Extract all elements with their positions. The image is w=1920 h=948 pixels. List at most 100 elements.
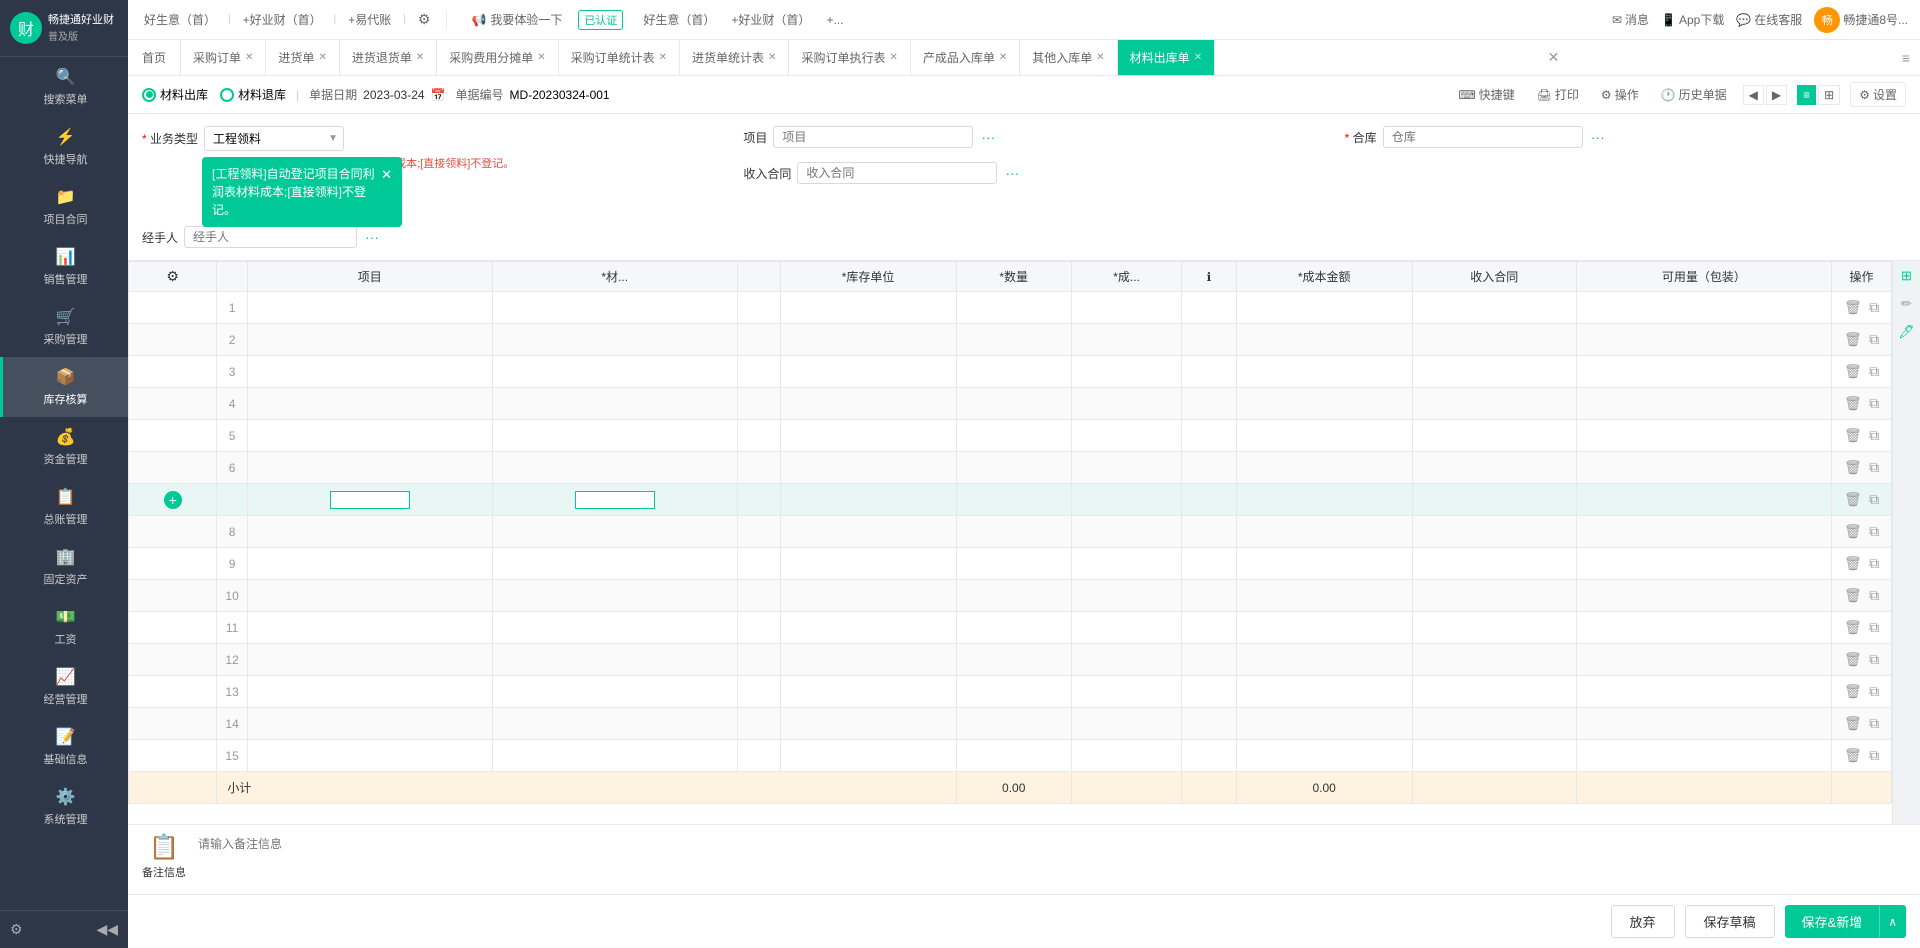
biz-type-value[interactable]: 工程领料 — [204, 126, 344, 151]
cell-material-3[interactable] — [492, 356, 737, 388]
cell-spec-5[interactable] — [737, 420, 780, 452]
copy-row-1[interactable]: ⧉ — [1869, 299, 1879, 315]
cell-cost-2[interactable] — [1071, 324, 1181, 356]
sidebar-item-accounting[interactable]: 📋 总账管理 — [0, 477, 128, 537]
cell-cost-amount-1[interactable] — [1236, 292, 1412, 324]
income-contract-dots-button[interactable]: ··· — [1005, 165, 1019, 181]
th-settings[interactable]: ⚙ — [129, 262, 217, 292]
copy-row-4[interactable]: ⧉ — [1869, 395, 1879, 411]
cell-cost-amount-7[interactable] — [1236, 484, 1412, 516]
cell-cost-1[interactable] — [1071, 292, 1181, 324]
cell-quantity-2[interactable] — [956, 324, 1071, 356]
delete-row-1[interactable]: 🗑 — [1844, 299, 1862, 315]
cell-unit-8[interactable] — [780, 516, 956, 548]
cell-quantity-1[interactable] — [956, 292, 1071, 324]
warehouse-dots-button[interactable]: ··· — [1591, 129, 1605, 145]
notes-input[interactable] — [196, 833, 1906, 865]
cell-material-6[interactable] — [492, 452, 737, 484]
cell-quantity-10[interactable] — [956, 580, 1071, 612]
delete-row-5[interactable]: 🗑 — [1844, 427, 1862, 443]
tooltip-close[interactable]: ✕ — [381, 165, 392, 185]
project-input[interactable] — [773, 126, 973, 148]
cell-spec-9[interactable] — [737, 548, 780, 580]
cell-unit-4[interactable] — [780, 388, 956, 420]
cell-cost-8[interactable] — [1071, 516, 1181, 548]
cell-material-8[interactable] — [492, 516, 737, 548]
cell-spec-8[interactable] — [737, 516, 780, 548]
cell-project-7-input[interactable] — [330, 491, 410, 509]
message-button[interactable]: ✉ 消息 — [1612, 11, 1649, 28]
tab-purchase-stat[interactable]: 采购订单统计表 ✕ — [559, 40, 680, 76]
sidebar-item-quicknav[interactable]: ⚡ 快捷导航 — [0, 117, 128, 177]
th-cost-hint[interactable]: ℹ — [1182, 262, 1236, 292]
cell-quantity-9[interactable] — [956, 548, 1071, 580]
cell-quantity-6[interactable] — [956, 452, 1071, 484]
panel-icon-edit[interactable]: ✏ — [1896, 293, 1918, 315]
sidebar-item-finance[interactable]: 💰 资金管理 — [0, 417, 128, 477]
tab-bar-more[interactable]: ≡ — [1892, 50, 1920, 66]
cell-material-7[interactable] — [492, 484, 737, 516]
cell-material-7-input[interactable] — [575, 491, 655, 509]
service-button[interactable]: 💬 在线客服 — [1736, 11, 1802, 28]
cell-spec-7[interactable] — [737, 484, 780, 516]
next-doc-button[interactable]: ▶ — [1766, 85, 1787, 105]
cell-cost-amount-6[interactable] — [1236, 452, 1412, 484]
sidebar-item-salary[interactable]: 💵 工资 — [0, 597, 128, 657]
cell-unit-1[interactable] — [780, 292, 956, 324]
copy-row-8[interactable]: ⧉ — [1869, 523, 1879, 539]
operation-button[interactable]: ⚙ 操作 — [1595, 83, 1645, 106]
cell-project-10[interactable] — [247, 580, 492, 612]
cell-cost-amount-4[interactable] — [1236, 388, 1412, 420]
tab-close-purchase-order[interactable]: ✕ — [245, 52, 253, 63]
cell-spec-4[interactable] — [737, 388, 780, 420]
cell-cost-10[interactable] — [1071, 580, 1181, 612]
cell-unit-9[interactable] — [780, 548, 956, 580]
cell-income-contract-10[interactable] — [1412, 580, 1576, 612]
delete-row-15[interactable]: 🗑 — [1844, 747, 1862, 763]
user-menu[interactable]: 畅 畅捷通8号... — [1814, 7, 1908, 33]
cell-cost-amount-9[interactable] — [1236, 548, 1412, 580]
cell-project-7[interactable] — [247, 484, 492, 516]
cell-income-contract-8[interactable] — [1412, 516, 1576, 548]
cell-spec-6[interactable] — [737, 452, 780, 484]
warehouse-input[interactable] — [1383, 126, 1583, 148]
cell-material-10[interactable] — [492, 580, 737, 612]
tab-product-in[interactable]: 产成品入库单 ✕ — [911, 40, 1020, 76]
cell-income-contract-7[interactable] — [1412, 484, 1576, 516]
copy-row-2[interactable]: ⧉ — [1869, 331, 1879, 347]
copy-row-15[interactable]: ⧉ — [1869, 747, 1879, 763]
delete-row-11[interactable]: 🗑 — [1844, 619, 1862, 635]
cell-available-1[interactable] — [1576, 292, 1831, 324]
topnav-notice[interactable]: 📢 我要体验一下 — [471, 11, 562, 28]
sidebar-item-sales[interactable]: 📊 销售管理 — [0, 237, 128, 297]
cell-project-8[interactable] — [247, 516, 492, 548]
tab-inbound-return[interactable]: 进货退货单 ✕ — [340, 40, 437, 76]
cell-quantity-8[interactable] — [956, 516, 1071, 548]
save-new-arrow-button[interactable]: ∧ — [1879, 905, 1906, 938]
topnav-more[interactable]: +... — [822, 11, 847, 29]
cell-available-7[interactable] — [1576, 484, 1831, 516]
cell-available-2[interactable] — [1576, 324, 1831, 356]
cell-project-1[interactable] — [247, 292, 492, 324]
topnav-link-goodfin[interactable]: +好业财（首） — [239, 9, 326, 30]
cell-spec-2[interactable] — [737, 324, 780, 356]
discard-button[interactable]: 放弃 — [1611, 905, 1675, 938]
copy-row-7[interactable]: ⧉ — [1869, 491, 1879, 507]
sidebar-item-assets[interactable]: 🏢 固定资产 — [0, 537, 128, 597]
cell-cost-amount-5[interactable] — [1236, 420, 1412, 452]
radio-material-return[interactable]: 材料退库 — [220, 86, 286, 103]
copy-row-5[interactable]: ⧉ — [1869, 427, 1879, 443]
cell-cost-3[interactable] — [1071, 356, 1181, 388]
cell-cost-5[interactable] — [1071, 420, 1181, 452]
cell-material-9[interactable] — [492, 548, 737, 580]
biz-type-select[interactable]: 工程领料 ▼ — [204, 126, 344, 151]
tab-purchase-exec[interactable]: 采购订单执行表 ✕ — [789, 40, 910, 76]
cell-income-contract-5[interactable] — [1412, 420, 1576, 452]
handler-dots-button[interactable]: ··· — [365, 229, 379, 245]
cell-unit-7[interactable] — [780, 484, 956, 516]
handler-input[interactable] — [184, 226, 357, 248]
history-button[interactable]: 🕐 历史单据 — [1655, 83, 1733, 106]
delete-row-8[interactable]: 🗑 — [1844, 523, 1862, 539]
save-new-button[interactable]: 保存&新增 — [1785, 905, 1880, 938]
tab-close-other-in[interactable]: ✕ — [1096, 52, 1104, 63]
